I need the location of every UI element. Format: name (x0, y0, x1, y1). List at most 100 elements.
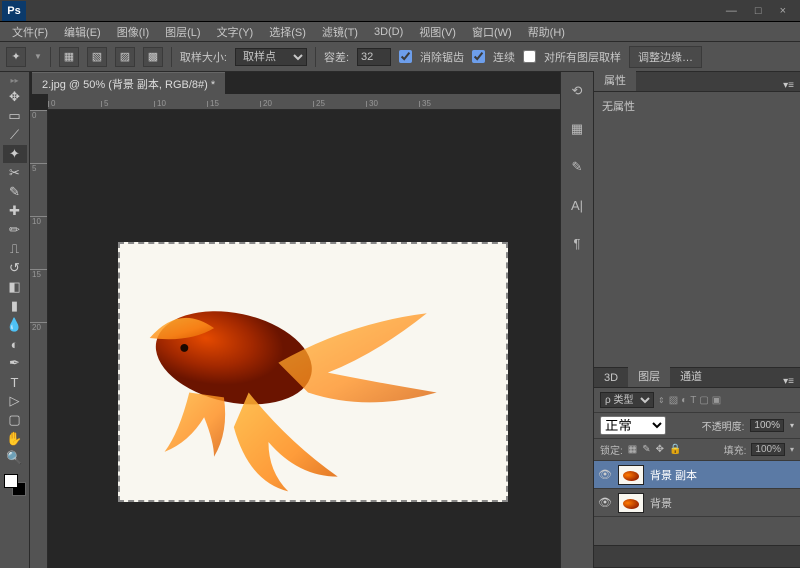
minimize-button[interactable]: — (726, 5, 737, 17)
menu-help[interactable]: 帮助(H) (522, 22, 571, 42)
menu-window[interactable]: 窗口(W) (466, 22, 518, 42)
panel-menu-icon[interactable]: ▾≡ (777, 80, 800, 91)
layer-name[interactable]: 背景 副本 (650, 467, 697, 483)
layer-item[interactable]: 👁 背景 副本 (594, 461, 800, 489)
shape-tool[interactable]: ▢ (3, 411, 27, 429)
brushes-icon[interactable]: ✎ (566, 158, 588, 176)
contiguous-checkbox[interactable] (472, 50, 485, 63)
brush-tool[interactable]: ✏ (3, 221, 27, 239)
panels: 属性 ▾≡ 无属性 3D 图层 通道 ▾≡ ρ 类型 ⇕ ▧ ◐ T ▢ ▣ (594, 72, 800, 568)
type-tool[interactable]: T (3, 373, 27, 391)
menu-image[interactable]: 图像(I) (111, 22, 155, 42)
opacity-label: 不透明度: (702, 418, 745, 433)
opacity-value[interactable]: 100% (750, 419, 784, 432)
filter-shape-icon[interactable]: ▢ (699, 395, 708, 406)
refine-edge-button[interactable]: 调整边缘… (629, 46, 702, 68)
lock-position-icon[interactable]: ✥ (656, 444, 664, 455)
panel-menu-icon[interactable]: ▾≡ (777, 376, 800, 387)
zoom-tool[interactable]: 🔍 (3, 449, 27, 467)
path-tool[interactable]: ▷ (3, 392, 27, 410)
canvas-wrap: 0 5 10 15 20 25 30 35 0 5 10 15 20 (30, 94, 560, 568)
paragraph-icon[interactable]: ¶ (566, 234, 588, 252)
layer-name[interactable]: 背景 (650, 495, 672, 511)
swatches-icon[interactable]: ▦ (566, 120, 588, 138)
layer-thumbnail[interactable] (618, 465, 644, 485)
antialias-label: 消除锯齿 (420, 49, 464, 65)
selection-new-icon[interactable]: ▦ (59, 47, 79, 67)
eyedropper-tool[interactable]: ✎ (3, 183, 27, 201)
crop-tool[interactable]: ✂ (3, 164, 27, 182)
color-swatches[interactable] (4, 474, 26, 496)
menu-filter[interactable]: 滤镜(T) (316, 22, 364, 42)
ruler-tick: 0 (30, 110, 47, 163)
hand-tool[interactable]: ✋ (3, 430, 27, 448)
gradient-tool[interactable]: ▮ (3, 297, 27, 315)
lock-all-icon[interactable]: 🔒 (669, 444, 681, 455)
marquee-tool[interactable]: ▭ (3, 107, 27, 125)
lasso-tool[interactable]: ⟋ (3, 126, 27, 144)
selection-add-icon[interactable]: ▧ (87, 47, 107, 67)
chevron-down-icon[interactable]: ▾ (790, 421, 794, 430)
app-logo: Ps (2, 1, 26, 21)
menu-view[interactable]: 视图(V) (413, 22, 462, 42)
close-button[interactable]: × (780, 5, 786, 17)
selection-intersect-icon[interactable]: ▩ (143, 47, 163, 67)
tab-properties[interactable]: 属性 (594, 69, 636, 91)
healing-tool[interactable]: ✚ (3, 202, 27, 220)
all-layers-checkbox[interactable] (523, 50, 536, 63)
visibility-icon[interactable]: 👁 (598, 468, 612, 481)
filter-adjust-icon[interactable]: ◐ (681, 395, 687, 406)
foreground-swatch[interactable] (4, 474, 18, 488)
canvas[interactable] (118, 242, 508, 502)
magic-wand-icon[interactable]: ✦ (6, 47, 26, 67)
filter-type-icon[interactable]: T (690, 395, 696, 406)
fill-value[interactable]: 100% (751, 443, 785, 456)
tab-3d[interactable]: 3D (594, 369, 628, 387)
stamp-tool[interactable]: ⎍ (3, 240, 27, 258)
history-icon[interactable]: ⟲ (566, 82, 588, 100)
antialias-checkbox[interactable] (399, 50, 412, 63)
layer-kind-select[interactable]: ρ 类型 (600, 392, 654, 408)
visibility-icon[interactable]: 👁 (598, 496, 612, 509)
menu-layer[interactable]: 图层(L) (159, 22, 206, 42)
ruler-tick: 25 (313, 101, 366, 107)
history-brush-tool[interactable]: ↺ (3, 259, 27, 277)
separator (171, 47, 172, 67)
maximize-button[interactable]: □ (755, 5, 762, 17)
dodge-tool[interactable]: ◐ (3, 335, 27, 353)
titlebar: Ps — □ × (0, 0, 800, 22)
filter-pixel-icon[interactable]: ▧ (669, 395, 678, 406)
chevron-down-icon[interactable]: ▼ (34, 52, 42, 61)
menu-edit[interactable]: 编辑(E) (58, 22, 107, 42)
filter-smart-icon[interactable]: ▣ (712, 395, 721, 406)
move-tool[interactable]: ✥ (3, 88, 27, 106)
layers-panel: 3D 图层 通道 ▾≡ ρ 类型 ⇕ ▧ ◐ T ▢ ▣ 正常 不透明度: (594, 368, 800, 568)
document-tab[interactable]: 2.jpg @ 50% (背景 副本, RGB/8#) * (32, 72, 225, 95)
magic-wand-tool[interactable]: ✦ (3, 145, 27, 163)
chevron-down-icon[interactable]: ▾ (790, 445, 794, 454)
ruler-tick: 15 (207, 101, 260, 107)
lock-transparency-icon[interactable]: ▦ (628, 444, 637, 455)
menu-3d[interactable]: 3D(D) (368, 24, 409, 40)
character-icon[interactable]: A| (566, 196, 588, 214)
tab-layers[interactable]: 图层 (628, 365, 670, 387)
sample-size-select[interactable]: 取样点 (235, 48, 307, 66)
blur-tool[interactable]: 💧 (3, 316, 27, 334)
collapse-icon[interactable]: ▸▸ (10, 76, 18, 85)
tab-channels[interactable]: 通道 (670, 365, 712, 387)
layer-item[interactable]: 👁 背景 (594, 489, 800, 517)
all-layers-label: 对所有图层取样 (544, 49, 621, 65)
tools-panel: ▸▸ ✥ ▭ ⟋ ✦ ✂ ✎ ✚ ✏ ⎍ ↺ ◧ ▮ 💧 ◐ ✒ T ▷ ▢ ✋… (0, 72, 30, 568)
menu-select[interactable]: 选择(S) (263, 22, 312, 42)
tolerance-input[interactable] (357, 48, 391, 66)
menubar: 文件(F) 编辑(E) 图像(I) 图层(L) 文字(Y) 选择(S) 滤镜(T… (0, 22, 800, 42)
menu-file[interactable]: 文件(F) (6, 22, 54, 42)
menu-type[interactable]: 文字(Y) (211, 22, 260, 42)
layer-thumbnail[interactable] (618, 493, 644, 513)
selection-subtract-icon[interactable]: ▨ (115, 47, 135, 67)
filter-dropdown-icon[interactable]: ⇕ (658, 396, 665, 405)
pen-tool[interactable]: ✒ (3, 354, 27, 372)
lock-pixels-icon[interactable]: ✎ (642, 444, 650, 455)
blend-mode-select[interactable]: 正常 (600, 416, 666, 435)
eraser-tool[interactable]: ◧ (3, 278, 27, 296)
